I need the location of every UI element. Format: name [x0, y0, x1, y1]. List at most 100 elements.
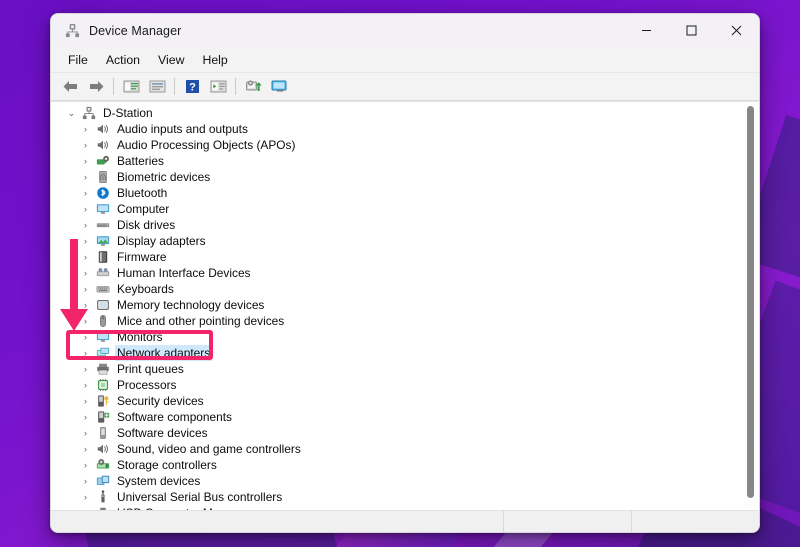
- devices-by-type-button[interactable]: [266, 75, 292, 99]
- minimize-button[interactable]: [624, 14, 669, 47]
- chevron-right-icon[interactable]: ›: [77, 460, 94, 470]
- chevron-right-icon[interactable]: ›: [77, 252, 94, 262]
- menu-file[interactable]: File: [59, 50, 97, 70]
- chevron-right-icon[interactable]: ›: [77, 188, 94, 198]
- menu-bar: File Action View Help: [51, 47, 759, 73]
- device-tree: ⌄ D-Station › Audio inputs and outputs › Au…: [51, 105, 759, 510]
- firmware-icon: [94, 250, 112, 264]
- tree-item-sound-video-and-game-controllers[interactable]: ›Sound, video and game controllers: [59, 441, 759, 457]
- maximize-button[interactable]: [669, 14, 714, 47]
- tree-item-usb-connector-managers[interactable]: ›USB Connector Managers: [59, 505, 759, 510]
- chevron-right-icon[interactable]: ›: [77, 124, 94, 134]
- tree-item-bluetooth[interactable]: ›Bluetooth: [59, 185, 759, 201]
- chevron-right-icon[interactable]: ›: [77, 284, 94, 294]
- tree-item-computer[interactable]: › Computer: [59, 201, 759, 217]
- chevron-right-icon[interactable]: ›: [77, 412, 94, 422]
- vertical-scrollbar[interactable]: [745, 104, 756, 508]
- tree-item-system-devices[interactable]: › System devices: [59, 473, 759, 489]
- tree-item-label: Audio inputs and outputs: [115, 121, 250, 137]
- tree-item-network-adapters[interactable]: ›Network adapters: [59, 345, 759, 361]
- tree-item-label: Computer: [115, 201, 171, 217]
- tree-item-keyboards[interactable]: ›Keyboards: [59, 281, 759, 297]
- disk-drive-icon: [94, 218, 112, 232]
- tree-item-memory-technology-devices[interactable]: ›Memory technology devices: [59, 297, 759, 313]
- tree-item-processors[interactable]: ›Processors: [59, 377, 759, 393]
- tree-item-security-devices[interactable]: › Security devices: [59, 393, 759, 409]
- title-bar[interactable]: Device Manager: [51, 14, 759, 47]
- chevron-right-icon[interactable]: ›: [77, 444, 94, 454]
- close-button[interactable]: [714, 14, 759, 47]
- chevron-right-icon[interactable]: ›: [77, 156, 94, 166]
- chevron-right-icon[interactable]: ›: [77, 428, 94, 438]
- status-cell: [503, 511, 631, 532]
- device-manager-icon: [64, 23, 80, 39]
- tree-item-software-components[interactable]: › Software components: [59, 409, 759, 425]
- tree-item-mice-and-other-pointing-devices[interactable]: › Mice and other pointing devices: [59, 313, 759, 329]
- update-driver-button[interactable]: [205, 75, 231, 99]
- chevron-right-icon[interactable]: ›: [77, 268, 94, 278]
- chevron-down-icon[interactable]: ⌄: [63, 108, 80, 119]
- tree-item-firmware[interactable]: › Firmware: [59, 249, 759, 265]
- tree-item-display-adapters[interactable]: ›Display adapters: [59, 233, 759, 249]
- menu-view[interactable]: View: [149, 50, 193, 70]
- chevron-right-icon[interactable]: ›: [77, 140, 94, 150]
- processor-icon: [94, 378, 112, 392]
- back-button[interactable]: [57, 75, 83, 99]
- scan-for-hardware-changes-button[interactable]: [240, 75, 266, 99]
- svg-text:?: ?: [189, 82, 196, 94]
- tree-item-audio-processing-objects-apos[interactable]: › Audio Processing Objects (APOs): [59, 137, 759, 153]
- tree-item-batteries[interactable]: › Batteries: [59, 153, 759, 169]
- chevron-right-icon[interactable]: ›: [77, 220, 94, 230]
- chevron-right-icon[interactable]: ›: [77, 396, 94, 406]
- chevron-right-icon[interactable]: ›: [77, 316, 94, 326]
- chevron-right-icon[interactable]: ›: [77, 476, 94, 486]
- tree-item-monitors[interactable]: › Monitors: [59, 329, 759, 345]
- device-manager-window: Device Manager File Action View Help: [50, 13, 760, 533]
- bluetooth-icon: [94, 186, 112, 200]
- menu-help[interactable]: Help: [193, 50, 236, 70]
- tree-item-label: Software components: [115, 409, 234, 425]
- help-button[interactable]: ?: [179, 75, 205, 99]
- chevron-right-icon[interactable]: ›: [77, 236, 94, 246]
- software-component-icon: [94, 410, 112, 424]
- show-hide-console-tree-button[interactable]: [118, 75, 144, 99]
- tree-item-label: Storage controllers: [115, 457, 219, 473]
- chevron-right-icon[interactable]: ›: [77, 172, 94, 182]
- tree-item-disk-drives[interactable]: ›Disk drives: [59, 217, 759, 233]
- tree-item-storage-controllers[interactable]: › Storage controllers: [59, 457, 759, 473]
- tree-item-root[interactable]: ⌄ D-Station: [59, 105, 759, 121]
- chevron-right-icon[interactable]: ›: [77, 348, 94, 358]
- tree-item-human-interface-devices[interactable]: ›Human Interface Devices: [59, 265, 759, 281]
- battery-icon: [94, 154, 112, 168]
- tree-item-label: Batteries: [115, 153, 166, 169]
- status-bar: [51, 510, 759, 532]
- tree-item-label: Firmware: [115, 249, 169, 265]
- tree-item-audio-inputs-and-outputs[interactable]: › Audio inputs and outputs: [59, 121, 759, 137]
- tree-item-software-devices[interactable]: ›Software devices: [59, 425, 759, 441]
- tree-item-label: Security devices: [115, 393, 206, 409]
- tree-item-label: System devices: [115, 473, 202, 489]
- menu-action[interactable]: Action: [97, 50, 149, 70]
- chevron-right-icon[interactable]: ›: [77, 300, 94, 310]
- toolbar-separator: [174, 78, 175, 95]
- forward-button[interactable]: [83, 75, 109, 99]
- tree-item-print-queues[interactable]: ›Print queues: [59, 361, 759, 377]
- tree-item-label: Mice and other pointing devices: [115, 313, 286, 329]
- display-adapter-icon: [94, 234, 112, 248]
- chevron-right-icon[interactable]: ›: [77, 508, 94, 510]
- chevron-right-icon[interactable]: ›: [77, 204, 94, 214]
- chevron-right-icon[interactable]: ›: [77, 364, 94, 374]
- system-device-icon: [94, 474, 112, 488]
- tree-item-label: Monitors: [115, 329, 165, 345]
- tree-item-universal-serial-bus-controllers[interactable]: ›Universal Serial Bus controllers: [59, 489, 759, 505]
- properties-button[interactable]: [144, 75, 170, 99]
- network-adapter-icon: [94, 346, 112, 360]
- scrollbar-thumb[interactable]: [747, 106, 754, 498]
- security-device-icon: [94, 394, 112, 408]
- device-tree-pane[interactable]: ⌄ D-Station › Audio inputs and outputs › Au…: [51, 101, 759, 510]
- chevron-right-icon[interactable]: ›: [77, 492, 94, 502]
- tree-item-label: Audio Processing Objects (APOs): [115, 137, 297, 153]
- tree-item-biometric-devices[interactable]: ›Biometric devices: [59, 169, 759, 185]
- chevron-right-icon[interactable]: ›: [77, 380, 94, 390]
- chevron-right-icon[interactable]: ›: [77, 332, 94, 342]
